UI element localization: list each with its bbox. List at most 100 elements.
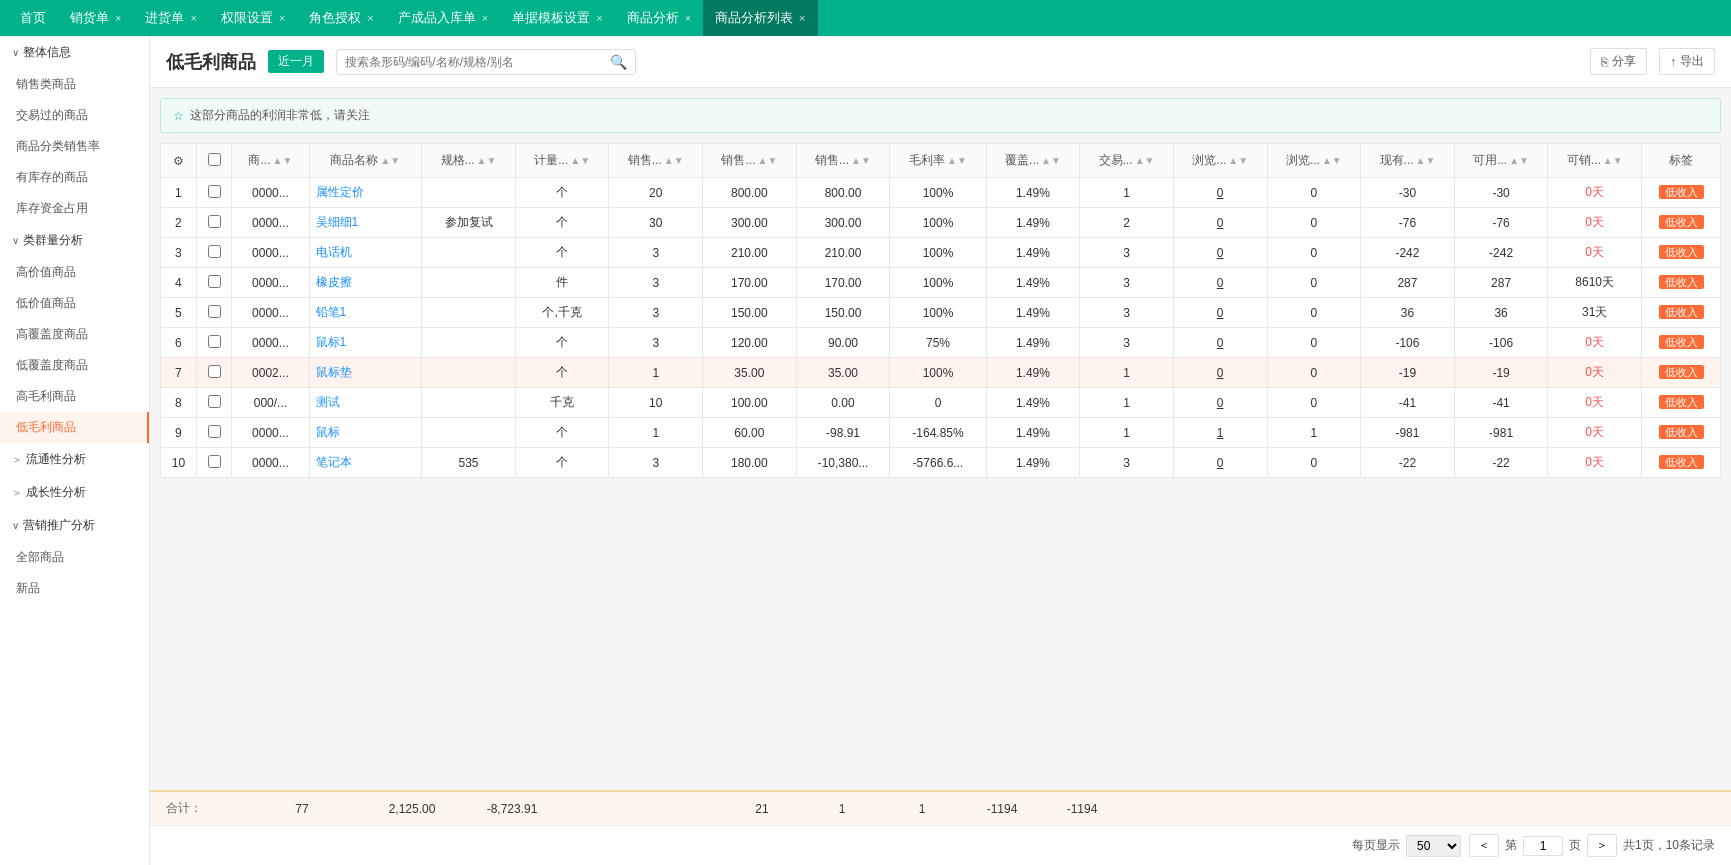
row-checkbox-cell[interactable]	[196, 418, 231, 448]
row-browse1[interactable]: 0	[1173, 208, 1267, 238]
row-checkbox[interactable]	[208, 365, 221, 378]
sort-browse1-icon[interactable]: ▲▼	[1228, 156, 1248, 166]
row-browse1[interactable]: 0	[1173, 388, 1267, 418]
close-purchase-icon[interactable]: ×	[190, 12, 196, 24]
row-browse1[interactable]: 0	[1173, 238, 1267, 268]
sort-saleable-icon[interactable]: ▲▼	[1603, 156, 1623, 166]
row-browse1[interactable]: 1	[1173, 418, 1267, 448]
row-checkbox[interactable]	[208, 245, 221, 258]
close-analysis-icon[interactable]: ×	[685, 12, 691, 24]
row-checkbox[interactable]	[208, 395, 221, 408]
prev-page-button[interactable]: ＜	[1469, 834, 1499, 857]
row-browse1[interactable]: 0	[1173, 358, 1267, 388]
row-name[interactable]: 鼠标垫	[309, 358, 422, 388]
sidebar-item-sales-products[interactable]: 销售类商品	[0, 69, 149, 100]
sidebar-item-high-coverage[interactable]: 高覆盖度商品	[0, 319, 149, 350]
export-button[interactable]: ↑ 导出	[1659, 48, 1715, 75]
sidebar-group-marketing-title[interactable]: ∨ 营销推广分析	[0, 509, 149, 542]
row-browse1[interactable]: 0	[1173, 178, 1267, 208]
nav-sales[interactable]: 销货单 ×	[58, 0, 133, 36]
row-checkbox-cell[interactable]	[196, 208, 231, 238]
row-checkbox-cell[interactable]	[196, 238, 231, 268]
sidebar-item-low-value[interactable]: 低价值商品	[0, 288, 149, 319]
sort-sales-qty-icon[interactable]: ▲▼	[664, 156, 684, 166]
nav-purchase[interactable]: 进货单 ×	[133, 0, 208, 36]
sort-browse2-icon[interactable]: ▲▼	[1322, 156, 1342, 166]
row-checkbox[interactable]	[208, 275, 221, 288]
sidebar-item-low-coverage[interactable]: 低覆盖度商品	[0, 350, 149, 381]
next-page-button[interactable]: ＞	[1587, 834, 1617, 857]
row-checkbox-cell[interactable]	[196, 298, 231, 328]
row-name[interactable]: 吴细细1	[309, 208, 422, 238]
row-checkbox-cell[interactable]	[196, 328, 231, 358]
close-inbound-icon[interactable]: ×	[482, 12, 488, 24]
sidebar-group-growth-title[interactable]: ＞ 成长性分析	[0, 476, 149, 509]
sidebar-group-circulation-title[interactable]: ＞ 流通性分析	[0, 443, 149, 476]
col-saleable[interactable]: 可销...▲▼	[1548, 144, 1642, 178]
col-settings[interactable]: ⚙	[161, 144, 197, 178]
sidebar-item-traded-products[interactable]: 交易过的商品	[0, 100, 149, 131]
col-sales-profit[interactable]: 销售...▲▼	[796, 144, 890, 178]
sort-cover-icon[interactable]: ▲▼	[1041, 156, 1061, 166]
nav-product-analysis[interactable]: 商品分析 ×	[615, 0, 703, 36]
sidebar-group-overall-title[interactable]: ∨ 整体信息	[0, 36, 149, 69]
close-permissions-icon[interactable]: ×	[279, 12, 285, 24]
col-sales-qty[interactable]: 销售...▲▼	[609, 144, 703, 178]
sidebar-item-high-margin[interactable]: 高毛利商品	[0, 381, 149, 412]
row-checkbox[interactable]	[208, 455, 221, 468]
sort-spec-icon[interactable]: ▲▼	[477, 156, 497, 166]
row-checkbox-cell[interactable]	[196, 388, 231, 418]
row-checkbox[interactable]	[208, 305, 221, 318]
sidebar-item-stock-capital[interactable]: 库存资金占用	[0, 193, 149, 224]
row-name[interactable]: 鼠标1	[309, 328, 422, 358]
sort-sales-profit-icon[interactable]: ▲▼	[851, 156, 871, 166]
nav-role-auth[interactable]: 角色授权 ×	[297, 0, 385, 36]
col-code[interactable]: 商...▲▼	[232, 144, 309, 178]
sort-code-icon[interactable]: ▲▼	[272, 156, 292, 166]
nav-analysis-list[interactable]: 商品分析列表 ×	[703, 0, 817, 36]
col-browse1[interactable]: 浏览...▲▼	[1173, 144, 1267, 178]
col-checkbox-header[interactable]	[196, 144, 231, 178]
col-name[interactable]: 商品名称▲▼	[309, 144, 422, 178]
nav-home[interactable]: 首页	[8, 0, 58, 36]
search-icon[interactable]: 🔍	[610, 54, 627, 70]
sort-margin-icon[interactable]: ▲▼	[947, 156, 967, 166]
row-checkbox[interactable]	[208, 185, 221, 198]
row-checkbox-cell[interactable]	[196, 268, 231, 298]
sort-available-icon[interactable]: ▲▼	[1509, 156, 1529, 166]
time-filter-button[interactable]: 近一月	[268, 50, 324, 73]
row-name[interactable]: 铅笔1	[309, 298, 422, 328]
col-sales-price[interactable]: 销售...▲▼	[703, 144, 797, 178]
sidebar-item-high-value[interactable]: 高价值商品	[0, 257, 149, 288]
sidebar-group-cluster-title[interactable]: ∨ 类群量分析	[0, 224, 149, 257]
row-name[interactable]: 橡皮擦	[309, 268, 422, 298]
row-checkbox[interactable]	[208, 215, 221, 228]
row-browse1[interactable]: 0	[1173, 328, 1267, 358]
close-template-icon[interactable]: ×	[596, 12, 602, 24]
col-tag[interactable]: 标签	[1642, 144, 1721, 178]
sort-stock-icon[interactable]: ▲▼	[1416, 156, 1436, 166]
row-name[interactable]: 测试	[309, 388, 422, 418]
share-button[interactable]: ⎘ 分享	[1590, 48, 1647, 75]
row-checkbox[interactable]	[208, 425, 221, 438]
sort-name-icon[interactable]: ▲▼	[380, 156, 400, 166]
sidebar-item-category-sales-rate[interactable]: 商品分类销售率	[0, 131, 149, 162]
nav-product-inbound[interactable]: 产成品入库单 ×	[386, 0, 500, 36]
col-cover-rate[interactable]: 覆盖...▲▼	[986, 144, 1080, 178]
col-trade-count[interactable]: 交易...▲▼	[1080, 144, 1174, 178]
sort-sales-price-icon[interactable]: ▲▼	[757, 156, 777, 166]
row-browse1[interactable]: 0	[1173, 448, 1267, 478]
close-sales-icon[interactable]: ×	[115, 12, 121, 24]
per-page-select[interactable]: 50 20 100	[1406, 835, 1461, 857]
col-gross-margin[interactable]: 毛利率▲▼	[890, 144, 986, 178]
sidebar-item-low-margin[interactable]: 低毛利商品	[0, 412, 149, 443]
row-browse1[interactable]: 0	[1173, 268, 1267, 298]
row-checkbox-cell[interactable]	[196, 448, 231, 478]
sidebar-item-new-products[interactable]: 新品	[0, 573, 149, 604]
nav-template-settings[interactable]: 单据模板设置 ×	[500, 0, 614, 36]
col-current-stock[interactable]: 现有...▲▼	[1361, 144, 1455, 178]
search-input[interactable]	[345, 55, 610, 69]
row-checkbox-cell[interactable]	[196, 358, 231, 388]
row-name[interactable]: 属性定价	[309, 178, 422, 208]
page-number-input[interactable]	[1523, 836, 1563, 856]
